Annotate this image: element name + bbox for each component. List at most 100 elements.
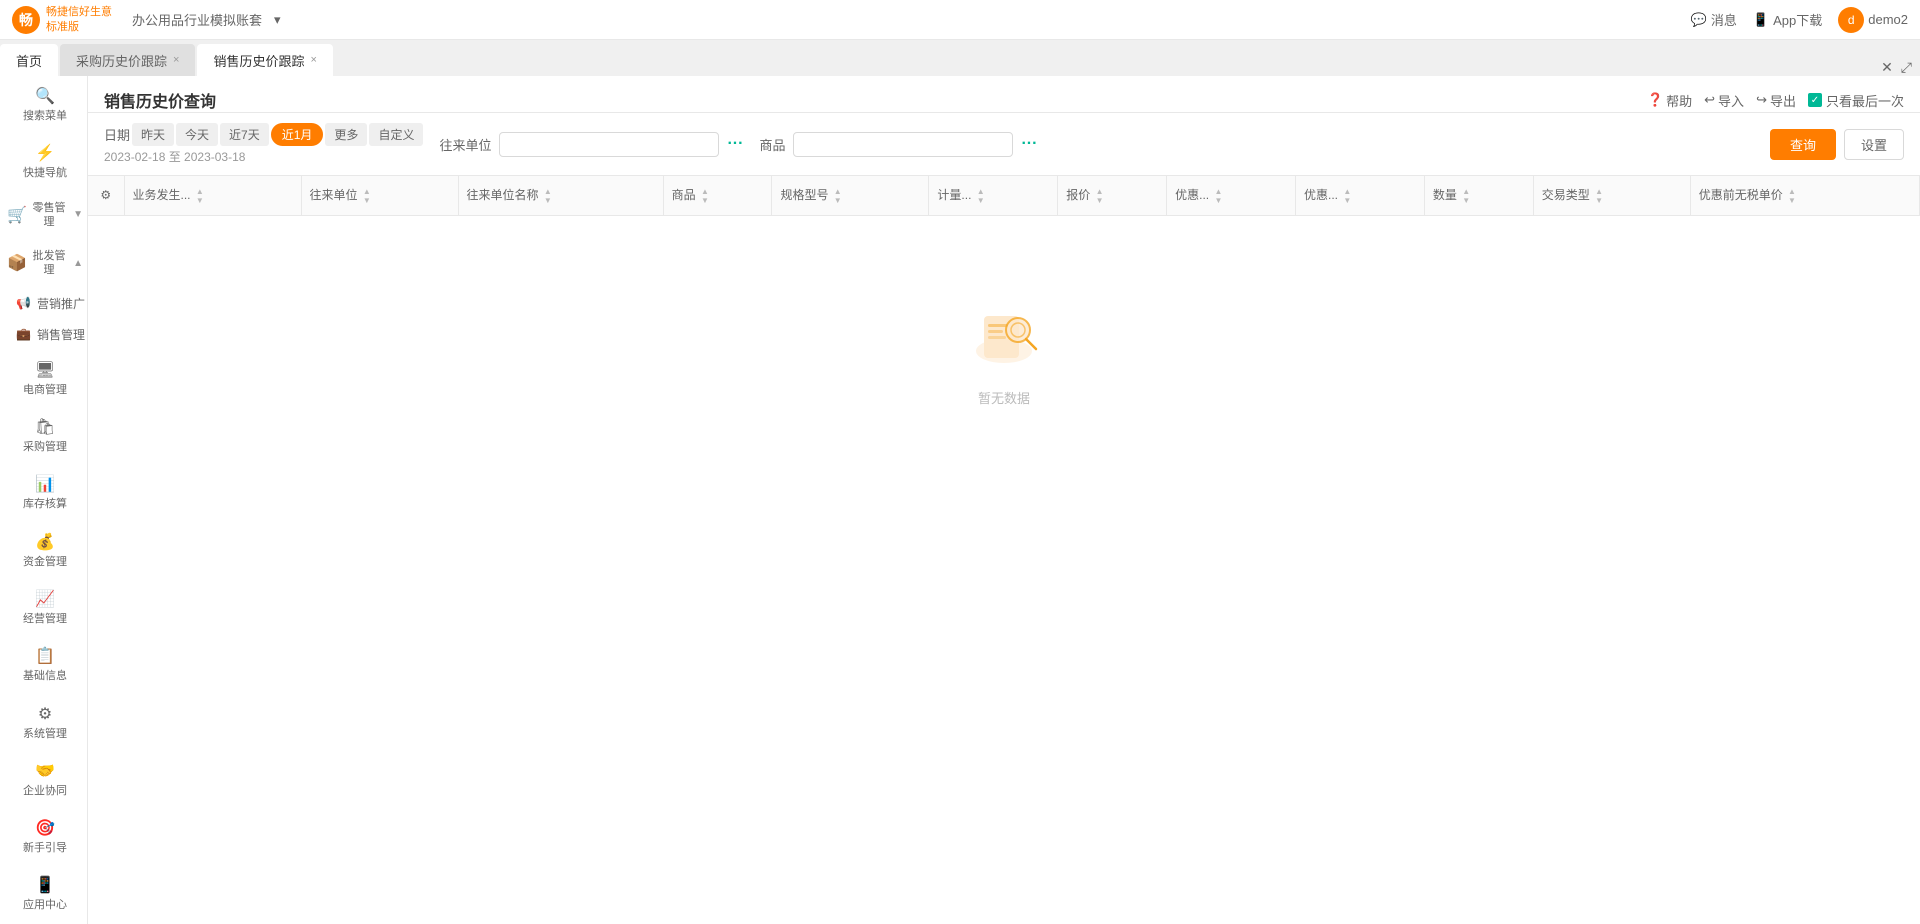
content-area: 销售历史价查询 ❓ 帮助 ↩ 导入 ↪ 导出 ✓	[88, 76, 1920, 924]
sidebar-item-marketing[interactable]: 📢 营销推广	[0, 288, 87, 319]
export-icon: ↪	[1756, 92, 1767, 108]
user-profile[interactable]: d demo2	[1838, 7, 1908, 33]
setting-button[interactable]: 设置	[1844, 129, 1904, 160]
col-discount2[interactable]: 优惠... ▲▼	[1296, 176, 1425, 215]
col-product[interactable]: 商品 ▲▼	[663, 176, 772, 215]
product-filter-group: 商品 ···	[759, 132, 1037, 157]
col-partner-name[interactable]: 往来单位名称 ▲▼	[458, 176, 663, 215]
sidebar-item-inventory[interactable]: 📊 库存核算	[0, 464, 87, 521]
col-qty[interactable]: 数量 ▲▼	[1424, 176, 1533, 215]
search-icon: 🔍	[35, 86, 55, 106]
enterprise-icon: 🤝	[35, 761, 55, 781]
marketing-icon: 📢	[16, 296, 31, 310]
empty-icon	[964, 296, 1044, 376]
close-all-tabs-button[interactable]: ✕	[1881, 59, 1893, 76]
tab-sales-close[interactable]: ×	[310, 55, 316, 66]
date-btn-more[interactable]: 更多	[325, 123, 367, 146]
tab-home[interactable]: 首页	[0, 44, 58, 76]
data-table: ⚙ 业务发生... ▲▼ 往来单位 ▲▼ 往来单位名称 ▲▼ 商品 ▲▼	[88, 176, 1920, 216]
ecommerce-icon: 🖥	[35, 360, 55, 380]
message-icon: 💬	[1691, 12, 1707, 28]
empty-state: 暂无数据	[88, 216, 1920, 487]
avatar: d	[1838, 7, 1864, 33]
purchase-icon: 🛍	[35, 417, 55, 437]
sidebar-item-operations[interactable]: 📈 经营管理	[0, 579, 87, 636]
logo-text: 畅捷信好生意 标准版	[46, 5, 112, 34]
col-discount1[interactable]: 优惠... ▲▼	[1167, 176, 1296, 215]
date-btn-7days[interactable]: 近7天	[220, 123, 269, 146]
sidebar-item-retail[interactable]: 🛒 零售管理 ▼	[0, 191, 87, 240]
product-label: 商品	[759, 135, 785, 154]
sidebar-item-enterprise[interactable]: 🤝 企业协同	[0, 751, 87, 808]
logo-icon: 畅	[12, 6, 40, 34]
logo-area: 畅 畅捷信好生意 标准版	[12, 5, 112, 34]
import-icon: ↩	[1704, 92, 1715, 108]
main-layout: 🔍 搜索菜单 ⚡ 快捷导航 🛒 零售管理 ▼ 📦 批发管理 ▲ 📢 营销推广 💼…	[0, 76, 1920, 924]
col-gear[interactable]: ⚙	[88, 176, 124, 215]
product-dots-button[interactable]: ···	[1021, 135, 1037, 153]
message-button[interactable]: 💬 消息	[1691, 10, 1737, 29]
date-btn-custom[interactable]: 自定义	[369, 123, 423, 146]
date-btn-yesterday[interactable]: 昨天	[132, 123, 174, 146]
finance-icon: 💰	[35, 532, 55, 552]
col-pre-tax-price[interactable]: 优惠前无税单价 ▲▼	[1690, 176, 1919, 215]
download-icon: 📱	[1753, 12, 1769, 28]
retail-icon: 🛒	[7, 205, 27, 225]
tab-purchase[interactable]: 采购历史价跟踪 ×	[60, 44, 195, 76]
app-title-dropdown[interactable]: ▾	[274, 12, 281, 28]
sales-mgmt-icon: 💼	[16, 327, 31, 341]
partner-dots-button[interactable]: ···	[727, 135, 743, 153]
help-icon: ❓	[1647, 92, 1663, 108]
newbie-icon: 🎯	[35, 818, 55, 838]
app-download-button[interactable]: 📱 App下载	[1753, 10, 1822, 29]
col-trade-type[interactable]: 交易类型 ▲▼	[1533, 176, 1690, 215]
sidebar-item-system[interactable]: ⚙ 系统管理	[0, 694, 87, 751]
only-last-checkbox[interactable]: ✓	[1808, 93, 1822, 107]
sidebar-item-ecommerce[interactable]: 🖥 电商管理	[0, 350, 87, 407]
date-btn-today[interactable]: 今天	[176, 123, 218, 146]
date-btn-1month[interactable]: 近1月	[271, 123, 324, 146]
wholesale-expand-icon: ▲	[73, 258, 83, 269]
sidebar-item-purchase[interactable]: 🛍 采购管理	[0, 407, 87, 464]
col-spec[interactable]: 规格型号 ▲▼	[772, 176, 929, 215]
sidebar-item-shortcuts[interactable]: ⚡ 快捷导航	[0, 133, 87, 190]
sidebar-item-newbie[interactable]: 🎯 新手引导	[0, 808, 87, 865]
col-unit[interactable]: 计量... ▲▼	[929, 176, 1058, 215]
query-button[interactable]: 查询	[1770, 129, 1836, 160]
empty-text: 暂无数据	[978, 388, 1030, 407]
sidebar-item-search[interactable]: 🔍 搜索菜单	[0, 76, 87, 133]
tab-sales-label: 销售历史价跟踪	[213, 51, 304, 70]
sidebar-item-apps[interactable]: 📱 应用中心	[0, 865, 87, 922]
system-icon: ⚙	[38, 704, 52, 724]
sidebar-item-wholesale[interactable]: 📦 批发管理 ▲	[0, 239, 87, 288]
page-title: 销售历史价查询	[104, 88, 216, 112]
import-button[interactable]: ↩ 导入	[1704, 91, 1744, 110]
fullscreen-button[interactable]: ⤢	[1901, 59, 1912, 76]
col-price[interactable]: 报价 ▲▼	[1058, 176, 1167, 215]
help-button[interactable]: ❓ 帮助	[1647, 91, 1692, 110]
col-biz-date[interactable]: 业务发生... ▲▼	[124, 176, 301, 215]
filter-bar: 日期 昨天 今天 近7天 近1月 更多 自定义 2023-02-18 至 202…	[88, 113, 1920, 176]
only-last-checkbox-area[interactable]: ✓ 只看最后一次	[1808, 91, 1904, 110]
retail-expand-icon: ▼	[73, 209, 83, 220]
filter-actions: 查询 设置	[1770, 129, 1904, 160]
sidebar-item-sales-mgmt[interactable]: 💼 销售管理	[0, 319, 87, 350]
tab-purchase-close[interactable]: ×	[173, 55, 179, 66]
product-input[interactable]	[793, 132, 1013, 157]
sidebar-item-finance[interactable]: 💰 资金管理	[0, 522, 87, 579]
col-partner-code[interactable]: 往来单位 ▲▼	[301, 176, 458, 215]
export-button[interactable]: ↪ 导出	[1756, 91, 1796, 110]
sidebar-item-basic[interactable]: 📋 基础信息	[0, 636, 87, 693]
tab-sales[interactable]: 销售历史价跟踪 ×	[197, 44, 332, 76]
sidebar: 🔍 搜索菜单 ⚡ 快捷导航 🛒 零售管理 ▼ 📦 批发管理 ▲ 📢 营销推广 💼…	[0, 76, 88, 924]
wholesale-icon: 📦	[7, 253, 27, 273]
partner-label: 往来单位	[439, 135, 491, 154]
tabbar-actions: ✕ ⤢	[1881, 59, 1920, 76]
date-buttons: 日期 昨天 今天 近7天 近1月 更多 自定义	[104, 123, 423, 146]
basic-icon: 📋	[35, 646, 55, 666]
page-header-row: 销售历史价查询 ❓ 帮助 ↩ 导入 ↪ 导出 ✓	[104, 88, 1904, 112]
partner-input[interactable]	[499, 132, 719, 157]
topbar-left: 畅 畅捷信好生意 标准版 办公用品行业模拟账套 ▾	[12, 5, 281, 34]
date-label: 日期	[104, 125, 130, 144]
topbar: 畅 畅捷信好生意 标准版 办公用品行业模拟账套 ▾ 💬 消息 📱 App下载 d…	[0, 0, 1920, 40]
